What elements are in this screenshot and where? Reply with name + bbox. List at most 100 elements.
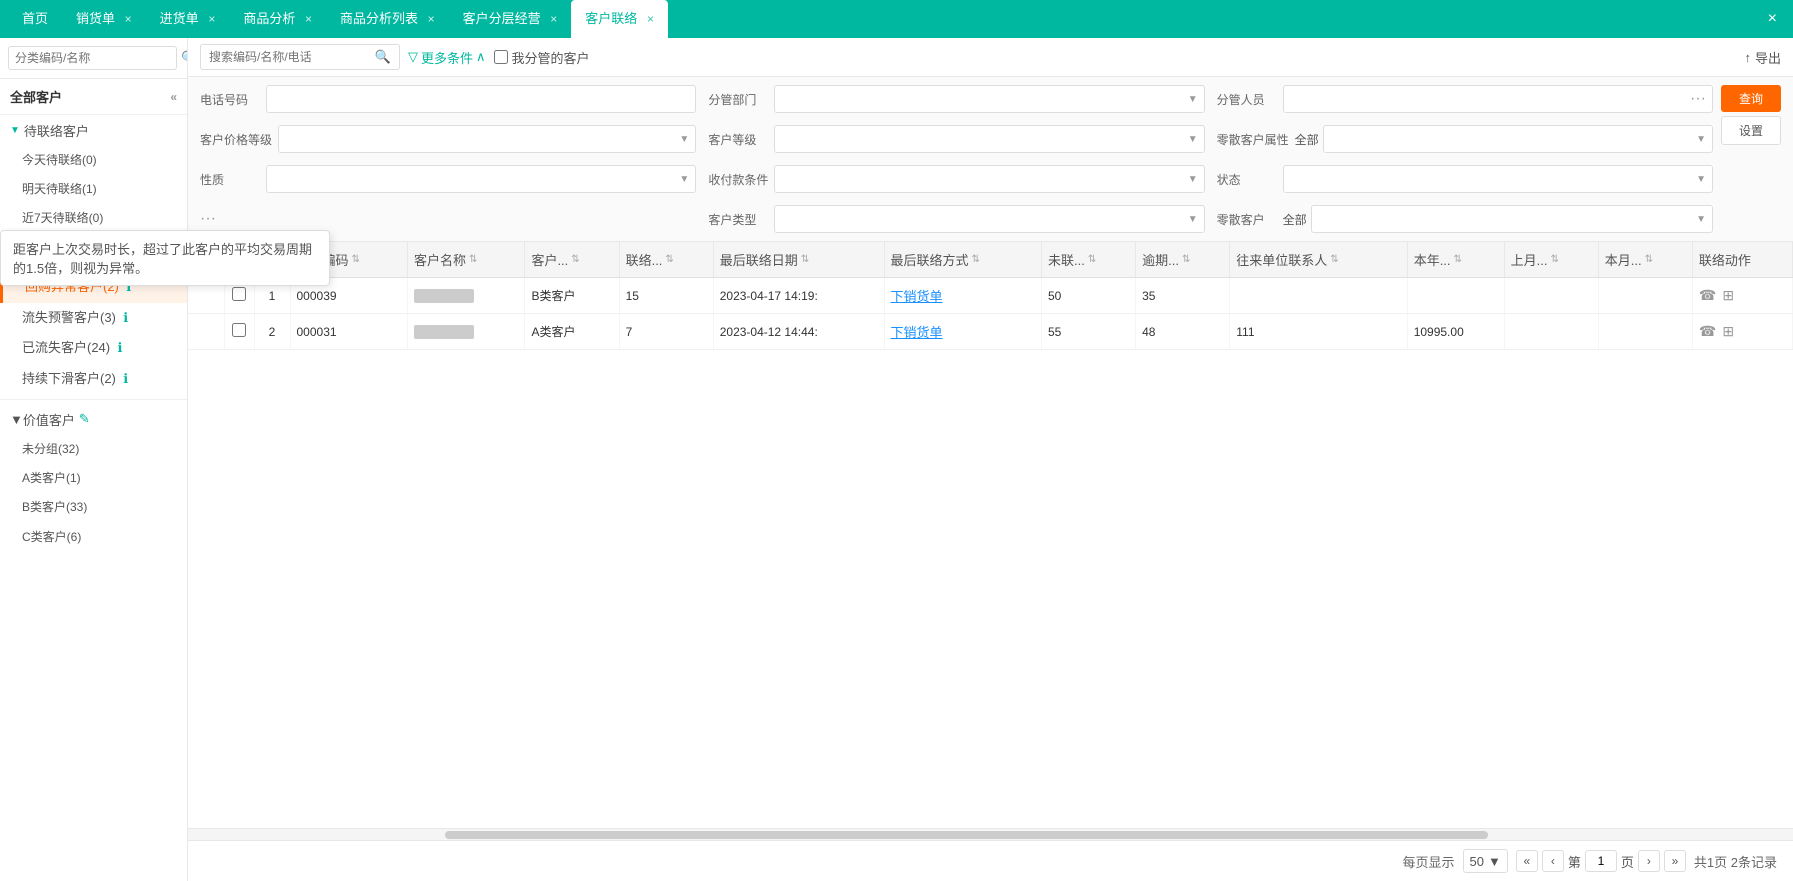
- nav-customer-contact-close[interactable]: ×: [647, 12, 654, 26]
- nav-product-analysis-close[interactable]: ×: [305, 12, 312, 26]
- query-button[interactable]: 查询: [1721, 85, 1781, 112]
- next-page-btn[interactable]: ›: [1638, 850, 1660, 872]
- nav-product-analysis-list[interactable]: 商品分析列表 ×: [326, 0, 449, 38]
- th-name[interactable]: 客户名称 ⇅: [407, 242, 524, 278]
- page-size-select[interactable]: 50 ▼: [1463, 849, 1508, 873]
- today-pending[interactable]: 今天待联络(0): [0, 146, 187, 175]
- nav-customer-contact[interactable]: 客户联络 ×: [571, 0, 668, 38]
- advanced-filter: 电话号码 分管部门 ▼ 分管人员: [188, 77, 1793, 242]
- value-customers-edit-icon[interactable]: ✎: [79, 411, 90, 427]
- nav-sales-order[interactable]: 销货单 ×: [62, 0, 146, 38]
- churned-customers[interactable]: 已流失客户(24) ℹ: [0, 333, 187, 364]
- filter-row-1: 电话号码 分管部门 ▼ 分管人员: [200, 85, 1713, 113]
- td-check-2[interactable]: [224, 314, 254, 350]
- my-customers-check[interactable]: [494, 50, 508, 64]
- tomorrow-pending[interactable]: 明天待联络(1): [0, 175, 187, 204]
- scroll-thumb[interactable]: [445, 831, 1488, 839]
- payment-select[interactable]: ▼: [774, 165, 1204, 193]
- page-label-prefix: 第: [1568, 852, 1581, 871]
- row4-dots[interactable]: ···: [200, 210, 216, 228]
- td-num-2: 2: [254, 314, 290, 350]
- all-customers-header: 全部客户 «: [0, 79, 187, 115]
- my-customers-checkbox[interactable]: 我分管的客户: [494, 48, 590, 67]
- type-sort-icon: ⇅: [571, 254, 579, 265]
- declining-customers[interactable]: 持续下滑客户(2) ℹ: [0, 364, 187, 395]
- filter-retail-customer: 零散客户 全部 ▼: [1217, 205, 1713, 233]
- settings-button[interactable]: 设置: [1721, 116, 1781, 145]
- horizontal-scrollbar[interactable]: [188, 828, 1793, 840]
- value-customers-section[interactable]: ▼ 价值客户 ✎: [0, 404, 187, 435]
- row1-checkbox[interactable]: [232, 287, 246, 301]
- th-last-way[interactable]: 最后联络方式 ⇅: [884, 242, 1041, 278]
- nav-product-analysis-list-close[interactable]: ×: [428, 12, 435, 26]
- th-this-month[interactable]: 本月... ⇅: [1598, 242, 1692, 278]
- td-action-1: ☎ ⊞: [1692, 278, 1792, 314]
- filter-actions: 查询 设置: [1721, 85, 1781, 145]
- export-btn[interactable]: ↑ 导出: [1744, 48, 1781, 67]
- payment-arrow: ▼: [1188, 174, 1198, 185]
- status-select[interactable]: ▼: [1283, 165, 1713, 193]
- price-level-select[interactable]: ▼: [278, 125, 696, 153]
- th-action: 联络动作: [1692, 242, 1792, 278]
- pending-contact-section[interactable]: ▼ 待联络客户: [0, 115, 187, 146]
- td-last-way-1[interactable]: 下销货单: [884, 278, 1041, 314]
- manager-select[interactable]: ···: [1283, 85, 1713, 113]
- th-this-year[interactable]: 本年... ⇅: [1407, 242, 1504, 278]
- action-more-icon-2[interactable]: ⊞: [1722, 323, 1734, 340]
- td-last-way-2[interactable]: 下销货单: [884, 314, 1041, 350]
- manager-more-dots[interactable]: ···: [1690, 90, 1706, 108]
- customer-search-input[interactable]: [209, 50, 375, 64]
- close-all-tabs[interactable]: ×: [1760, 10, 1785, 28]
- more-conditions-arrow: ∧: [476, 49, 486, 65]
- th-overdue[interactable]: 逾期... ⇅: [1136, 242, 1230, 278]
- customer-level-select[interactable]: ▼: [774, 125, 1204, 153]
- th-uncontact[interactable]: 未联... ⇅: [1041, 242, 1135, 278]
- nav-customer-segment[interactable]: 客户分层经营 ×: [449, 0, 572, 38]
- nav-product-analysis[interactable]: 商品分析 ×: [229, 0, 326, 38]
- retail-customer-select[interactable]: ▼: [1311, 205, 1713, 233]
- b-class-customers[interactable]: B类客户(33): [0, 493, 187, 522]
- action-phone-icon-2[interactable]: ☎: [1699, 323, 1716, 340]
- phone-input[interactable]: [266, 85, 696, 113]
- nav-customer-segment-close[interactable]: ×: [550, 12, 557, 26]
- row2-checkbox[interactable]: [232, 323, 246, 337]
- th-last-date[interactable]: 最后联络日期 ⇅: [713, 242, 884, 278]
- filter-phone: 电话号码: [200, 85, 696, 113]
- sidebar-search-icon[interactable]: 🔍: [181, 50, 188, 66]
- page-input-group: 第 页: [1568, 850, 1634, 872]
- page-label-suffix: 页: [1621, 852, 1634, 871]
- collapse-sidebar-btn[interactable]: «: [170, 90, 177, 104]
- sidebar: 🔍 全部客户 « ▼ 待联络客户 今天待联络(0) 明天待联络(1) 近7天待联…: [0, 38, 188, 881]
- filter-dots-field: ···: [200, 210, 696, 228]
- sidebar-search-input[interactable]: [8, 46, 177, 70]
- th-contacts-person[interactable]: 往来单位联系人 ⇅: [1230, 242, 1407, 278]
- c-class-customers[interactable]: C类客户(6): [0, 523, 187, 552]
- td-contacts-1: [1230, 278, 1407, 314]
- customer-type-select[interactable]: ▼: [774, 205, 1204, 233]
- action-phone-icon-1[interactable]: ☎: [1699, 287, 1716, 304]
- first-page-btn[interactable]: «: [1516, 850, 1538, 872]
- retail-attr-label: 全部: [1295, 131, 1319, 148]
- nature-select[interactable]: ▼: [266, 165, 696, 193]
- td-action-2: ☎ ⊞: [1692, 314, 1792, 350]
- page-number-input[interactable]: [1585, 850, 1617, 872]
- filter-status: 状态 ▼: [1217, 165, 1713, 193]
- th-contact[interactable]: 联络... ⇅: [619, 242, 713, 278]
- last-way-sort-icon: ⇅: [972, 254, 980, 265]
- dept-select[interactable]: ▼: [774, 85, 1204, 113]
- last-page-btn[interactable]: »: [1664, 850, 1686, 872]
- th-last-month[interactable]: 上月... ⇅: [1504, 242, 1598, 278]
- nav-purchase-order[interactable]: 进货单 ×: [146, 0, 230, 38]
- ungroup-customers[interactable]: 未分组(32): [0, 435, 187, 464]
- th-type[interactable]: 客户... ⇅: [525, 242, 619, 278]
- more-conditions-btn[interactable]: ▽ 更多条件 ∧: [408, 48, 486, 67]
- nav-purchase-order-close[interactable]: ×: [208, 12, 215, 26]
- export-icon: ↑: [1744, 50, 1751, 65]
- action-more-icon-1[interactable]: ⊞: [1722, 287, 1734, 304]
- prev-page-btn[interactable]: ‹: [1542, 850, 1564, 872]
- nav-sales-order-close[interactable]: ×: [125, 12, 132, 26]
- churn-warning[interactable]: 流失预警客户(3) ℹ: [0, 303, 187, 334]
- a-class-customers[interactable]: A类客户(1): [0, 464, 187, 493]
- nav-home[interactable]: 首页: [8, 0, 62, 38]
- retail-attr-select[interactable]: ▼: [1323, 125, 1713, 153]
